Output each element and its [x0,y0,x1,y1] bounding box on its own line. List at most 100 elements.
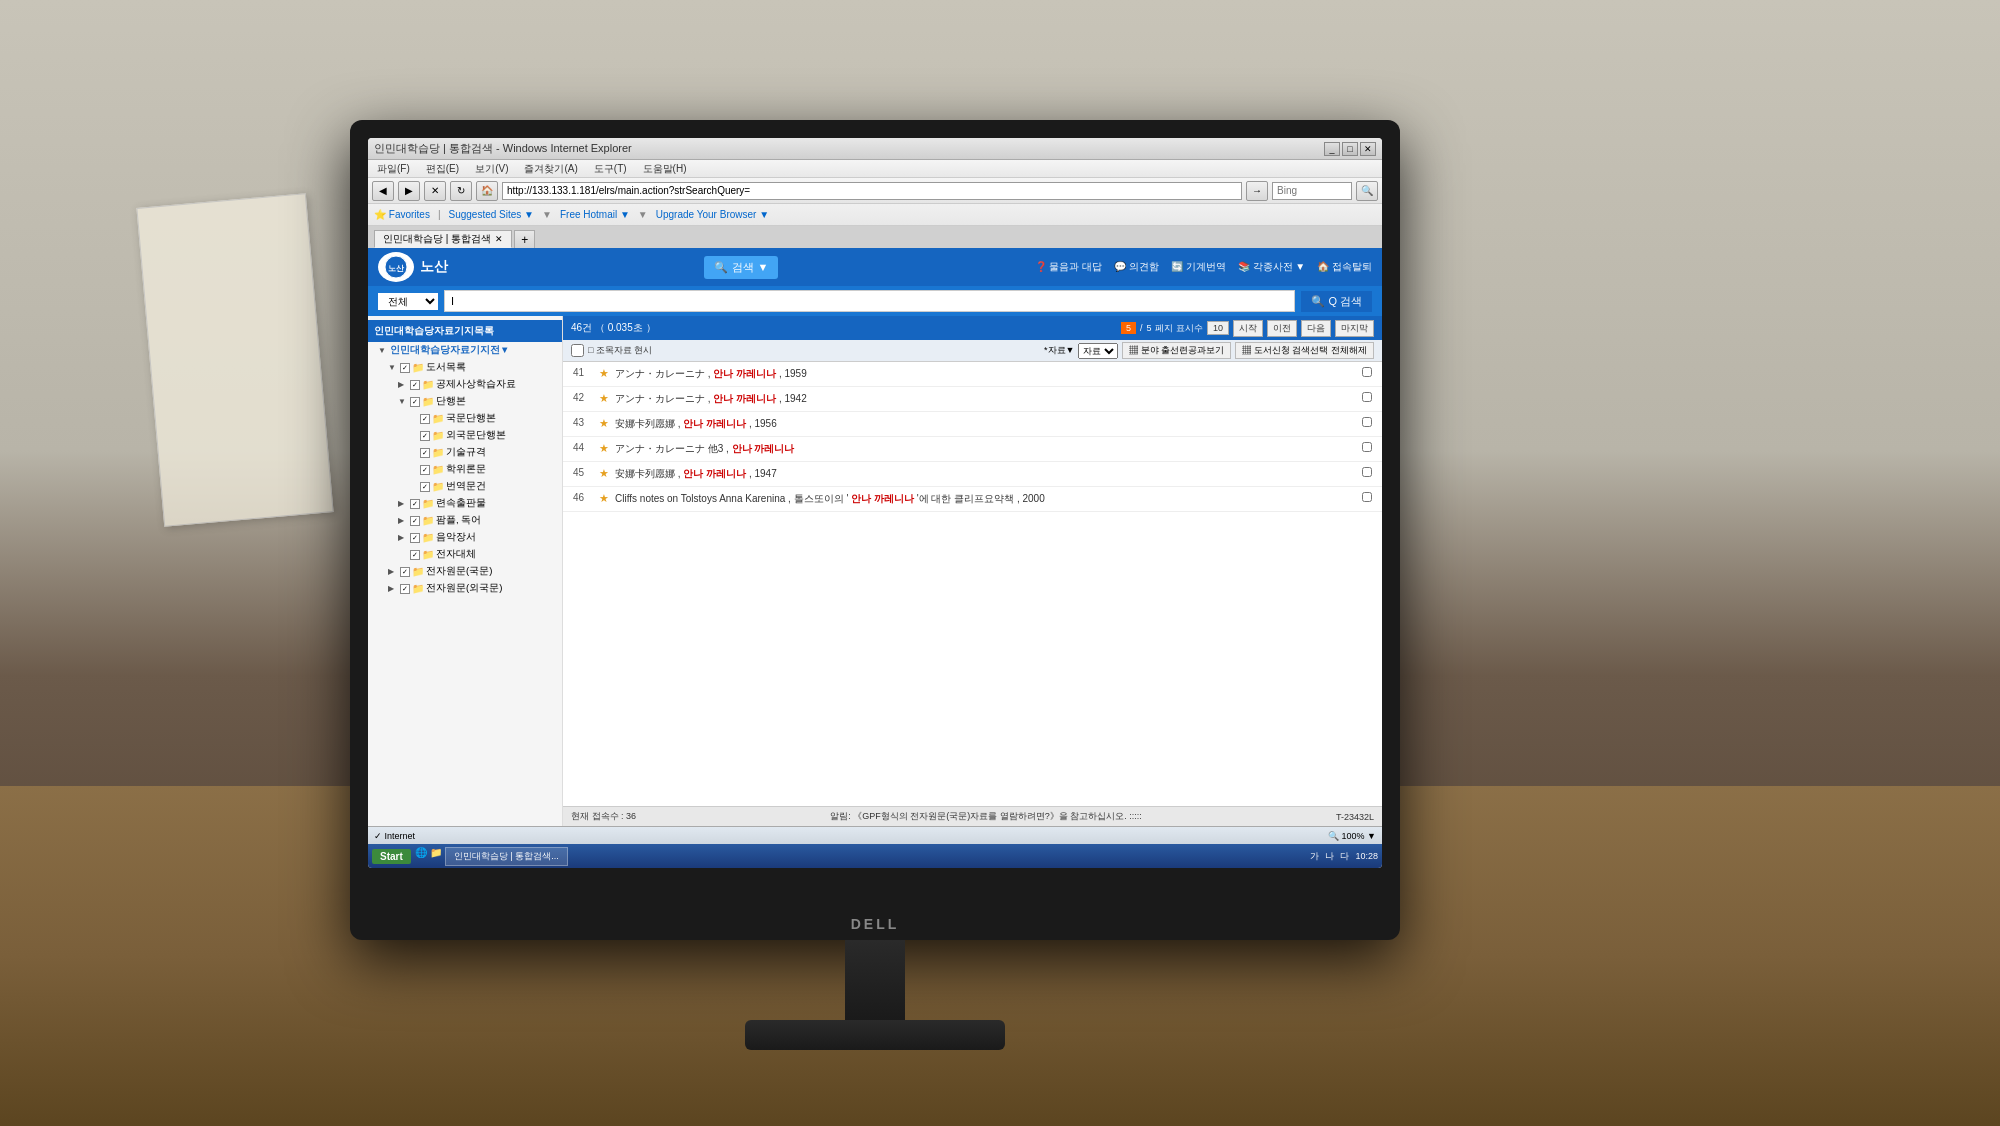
tree-item-pamphlet[interactable]: ▶ ✓ 📁 팜플, 독어 [368,512,562,529]
nav-qa[interactable]: ❓ 물음과 대답 [1035,260,1103,274]
tree-item-thesis[interactable]: ✓ 📁 학위론문 [368,461,562,478]
tab-close-icon[interactable]: ✕ [495,234,503,244]
prev-btn[interactable]: 이전 [1267,320,1297,337]
item-checkbox-45[interactable] [1362,467,1372,477]
upgrade-browser[interactable]: Upgrade Your Browser ▼ [656,209,769,220]
menu-help[interactable]: 도움말(H) [640,162,690,176]
results-area: 46건 （ 0.035초 ） 5 / 5 페지 표시수 10 [563,316,1382,826]
minimize-button[interactable]: _ [1324,142,1340,156]
select-all-checkbox[interactable] [571,344,584,357]
checkbox-library[interactable]: ✓ [400,363,410,373]
tree-label-juche: 공제사상학습자료 [436,378,516,391]
tree-item-tech[interactable]: ✓ 📁 기술규격 [368,444,562,461]
tree-item-korean-books[interactable]: ✓ 📁 국문단행본 [368,410,562,427]
address-bar[interactable] [502,182,1242,200]
tree-item-library[interactable]: ▼ ✓ 📁 도서목록 [368,359,562,376]
dell-logo-text: DELL [851,916,900,932]
next-btn[interactable]: 다음 [1301,320,1331,337]
checkbox-pamphlet[interactable]: ✓ [410,516,420,526]
tree-item-translation[interactable]: ✓ 📁 번역문건 [368,478,562,495]
taskbar-icon-ie: 🌐 [415,847,427,866]
menu-view[interactable]: 보기(V) [472,162,511,176]
ie-search-input[interactable] [1272,182,1352,200]
library-search-button[interactable]: 🔍 검색 ▼ [704,256,778,279]
home-button[interactable]: 🏠 [476,181,498,201]
per-page-btn[interactable]: 10 [1207,321,1229,335]
search-btn-icon: 🔍 [1311,295,1325,308]
item-checkbox-43[interactable] [1362,417,1372,427]
item-checkbox-44[interactable] [1362,442,1372,452]
checkbox-books[interactable]: ✓ [410,397,420,407]
ie-search-button[interactable]: 🔍 [1356,181,1378,201]
title-suffix: '에 대한 클리프요약책 , 2000 [917,493,1045,504]
tree-item-ekorean[interactable]: ▶ ✓ 📁 전자원문(국문) [368,563,562,580]
results-header: 46건 （ 0.035초 ） 5 / 5 페지 표시수 10 [563,316,1382,340]
back-button[interactable]: ◀ [372,181,394,201]
tree-label-music: 음악장서 [436,531,476,544]
page-separator: / [1140,323,1143,333]
tree-item-books[interactable]: ▼ ✓ 📁 단행본 [368,393,562,410]
main-search-button[interactable]: 🔍 Q 검색 [1301,291,1372,312]
tree-label-pamphlet: 팜플, 독어 [436,514,481,527]
result-item-41: 41 ★ アンナ・カレーニナ , 안나 까레니나 , 1959 [563,362,1382,387]
tree-item-juche[interactable]: ▶ ✓ 📁 공제사상학습자료 [368,376,562,393]
tree-item-foreign-books[interactable]: ✓ 📁 외국문단행본 [368,427,562,444]
restore-button[interactable]: □ [1342,142,1358,156]
free-hotmail[interactable]: Free Hotmail ▼ [560,209,630,220]
tree-item-music[interactable]: ▶ ✓ 📁 음악장서 [368,529,562,546]
ie-status-bar: ✓ Internet 🔍 100% ▼ [368,826,1382,844]
nav-access[interactable]: 🏠 접속탈퇴 [1317,260,1372,274]
favorites-btn[interactable]: ⭐ Favorites [374,209,430,220]
checkbox-thesis[interactable]: ✓ [420,465,430,475]
search-category-select[interactable]: 전체 [378,293,438,310]
library-request-btn[interactable]: ▦ 도서신청 검색선택 전체해제 [1235,342,1374,359]
checkbox-tech[interactable]: ✓ [420,448,430,458]
close-button[interactable]: ✕ [1360,142,1376,156]
stop-button[interactable]: ✕ [424,181,446,201]
checkbox-juche[interactable]: ✓ [410,380,420,390]
item-checkbox-46[interactable] [1362,492,1372,502]
tree-item-eforeign[interactable]: ▶ ✓ 📁 전자원문(외국문) [368,580,562,597]
nav-dict[interactable]: 📚 각종사전 ▼ [1238,260,1305,274]
taskbar-browser-item[interactable]: 인민대학습당 | 통합검색... [445,847,568,866]
title-highlight: 안나 까레니나 [713,393,776,404]
current-page-btn[interactable]: 5 [1121,322,1136,334]
suggested-sites[interactable]: Suggested Sites ▼ [449,209,535,220]
tab-label: 인민대학습당 | 통합검색 [383,232,491,246]
last-btn[interactable]: 마지막 [1335,320,1374,337]
item-checkbox-42[interactable] [1362,392,1372,402]
nav-translate[interactable]: 🔄 기계번역 [1171,260,1226,274]
checkbox-ekorean[interactable]: ✓ [400,567,410,577]
checkbox-korean[interactable]: ✓ [420,414,430,424]
total-pages: 5 [1146,323,1151,333]
refresh-button[interactable]: ↻ [450,181,472,201]
checkbox-translation[interactable]: ✓ [420,482,430,492]
menu-favorites[interactable]: 즐겨찾기(A) [521,162,580,176]
item-checkbox-41[interactable] [1362,367,1372,377]
menu-file[interactable]: 파일(F) [374,162,413,176]
main-search-input[interactable] [444,290,1295,312]
tab-main[interactable]: 인민대학습당 | 통합검색 ✕ [374,230,512,248]
tab-new[interactable]: + [514,230,535,248]
branch-view-btn[interactable]: ▦ 분야 출선련공과보기 [1122,342,1231,359]
sort-select[interactable]: 자료 [1078,343,1118,359]
menu-edit[interactable]: 편집(E) [423,162,462,176]
tree-item-serial[interactable]: ▶ ✓ 📁 련속출판물 [368,495,562,512]
taskbar: Start 🌐 📁 인민대학습당 | 통합검색... 가 나 다 10:28 [368,844,1382,868]
expand-icon: ▼ [388,363,398,372]
checkbox-music[interactable]: ✓ [410,533,420,543]
checkbox-digital[interactable]: ✓ [410,550,420,560]
go-button[interactable]: → [1246,181,1268,201]
checkbox-eforeign[interactable]: ✓ [400,584,410,594]
checkbox-foreign[interactable]: ✓ [420,431,430,441]
tree-item-digital[interactable]: ✓ 📁 전자대체 [368,546,562,563]
sidebar-tree: 인민대학습당자료기지목록 ▼ 인민대학습당자료기지전▼ ▼ ✓ 📁 도서목록 [368,316,563,826]
checkbox-serial[interactable]: ✓ [410,499,420,509]
start-button[interactable]: Start [372,849,411,864]
nav-opinion[interactable]: 💬 의견함 [1114,260,1159,274]
forward-button[interactable]: ▶ [398,181,420,201]
tree-item-root[interactable]: ▼ 인민대학습당자료기지전▼ [368,342,562,359]
folder-icon: 📁 [432,430,444,441]
menu-tools[interactable]: 도구(T) [591,162,630,176]
start-btn[interactable]: 시작 [1233,320,1263,337]
